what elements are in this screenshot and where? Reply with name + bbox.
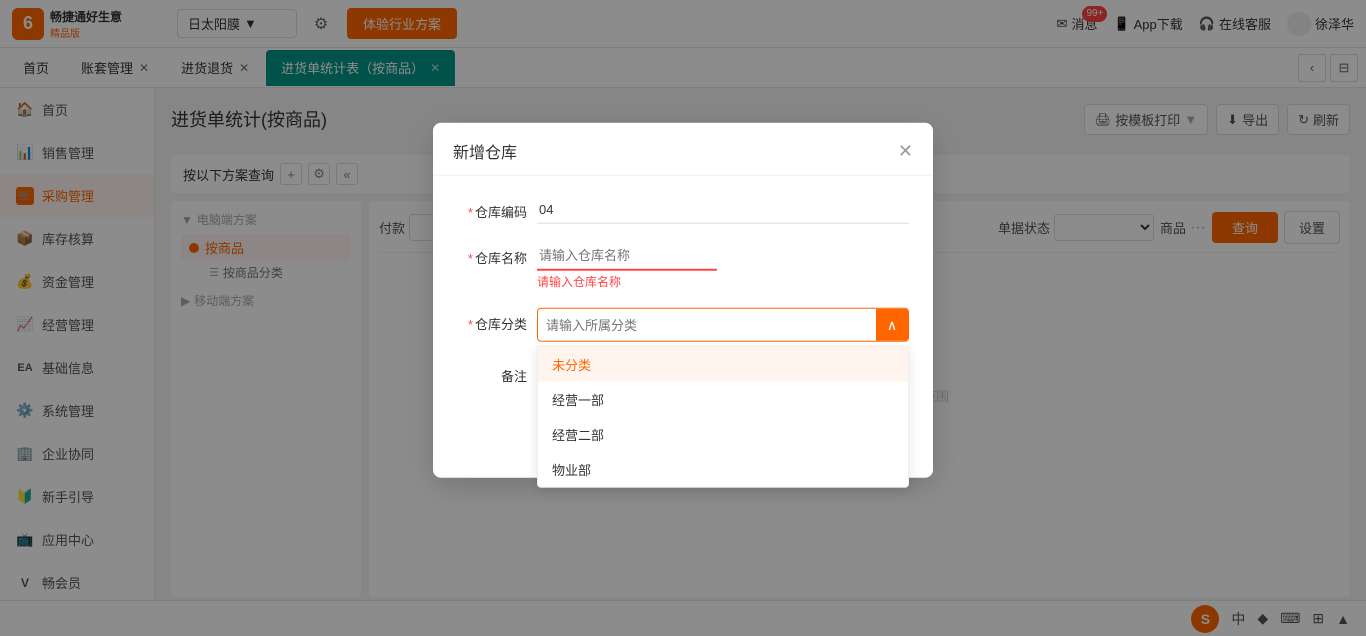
dropdown-item-dept2[interactable]: 经营二部 bbox=[538, 417, 908, 452]
name-input[interactable] bbox=[537, 242, 717, 271]
category-toggle-button[interactable]: ∧ bbox=[876, 309, 908, 341]
category-input-wrapper: ∧ 未分类 经营一部 经营二部 物业部 bbox=[537, 308, 909, 342]
category-dropdown: 未分类 经营一部 经营二部 物业部 bbox=[537, 346, 909, 488]
category-input-row: ∧ bbox=[537, 308, 909, 342]
category-input[interactable] bbox=[538, 311, 876, 338]
modal-title: 新增仓库 bbox=[453, 139, 517, 163]
code-label: *仓库编码 bbox=[457, 196, 527, 221]
code-form-row: *仓库编码 bbox=[457, 196, 909, 224]
dropdown-item-unclassified[interactable]: 未分类 bbox=[538, 347, 908, 382]
modal-header: 新增仓库 ✕ bbox=[433, 123, 933, 176]
dropdown-item-property[interactable]: 物业部 bbox=[538, 452, 908, 487]
modal-close-button[interactable]: ✕ bbox=[898, 140, 913, 161]
category-label: *仓库分类 bbox=[457, 308, 527, 333]
dropdown-item-dept1[interactable]: 经营一部 bbox=[538, 382, 908, 417]
modal-body: *仓库编码 *仓库名称 请输入仓库名称 *仓库分类 bbox=[433, 176, 933, 422]
name-error-tip: 请输入仓库名称 bbox=[537, 273, 717, 290]
category-form-row: *仓库分类 ∧ 未分类 经营一部 经营二部 物业部 bbox=[457, 308, 909, 342]
add-warehouse-modal: 新增仓库 ✕ *仓库编码 *仓库名称 请输入仓库名称 bbox=[433, 123, 933, 478]
code-input[interactable] bbox=[537, 196, 909, 224]
name-label: *仓库名称 bbox=[457, 242, 527, 267]
name-form-row: *仓库名称 请输入仓库名称 bbox=[457, 242, 909, 290]
note-label: 备注 bbox=[457, 360, 527, 385]
